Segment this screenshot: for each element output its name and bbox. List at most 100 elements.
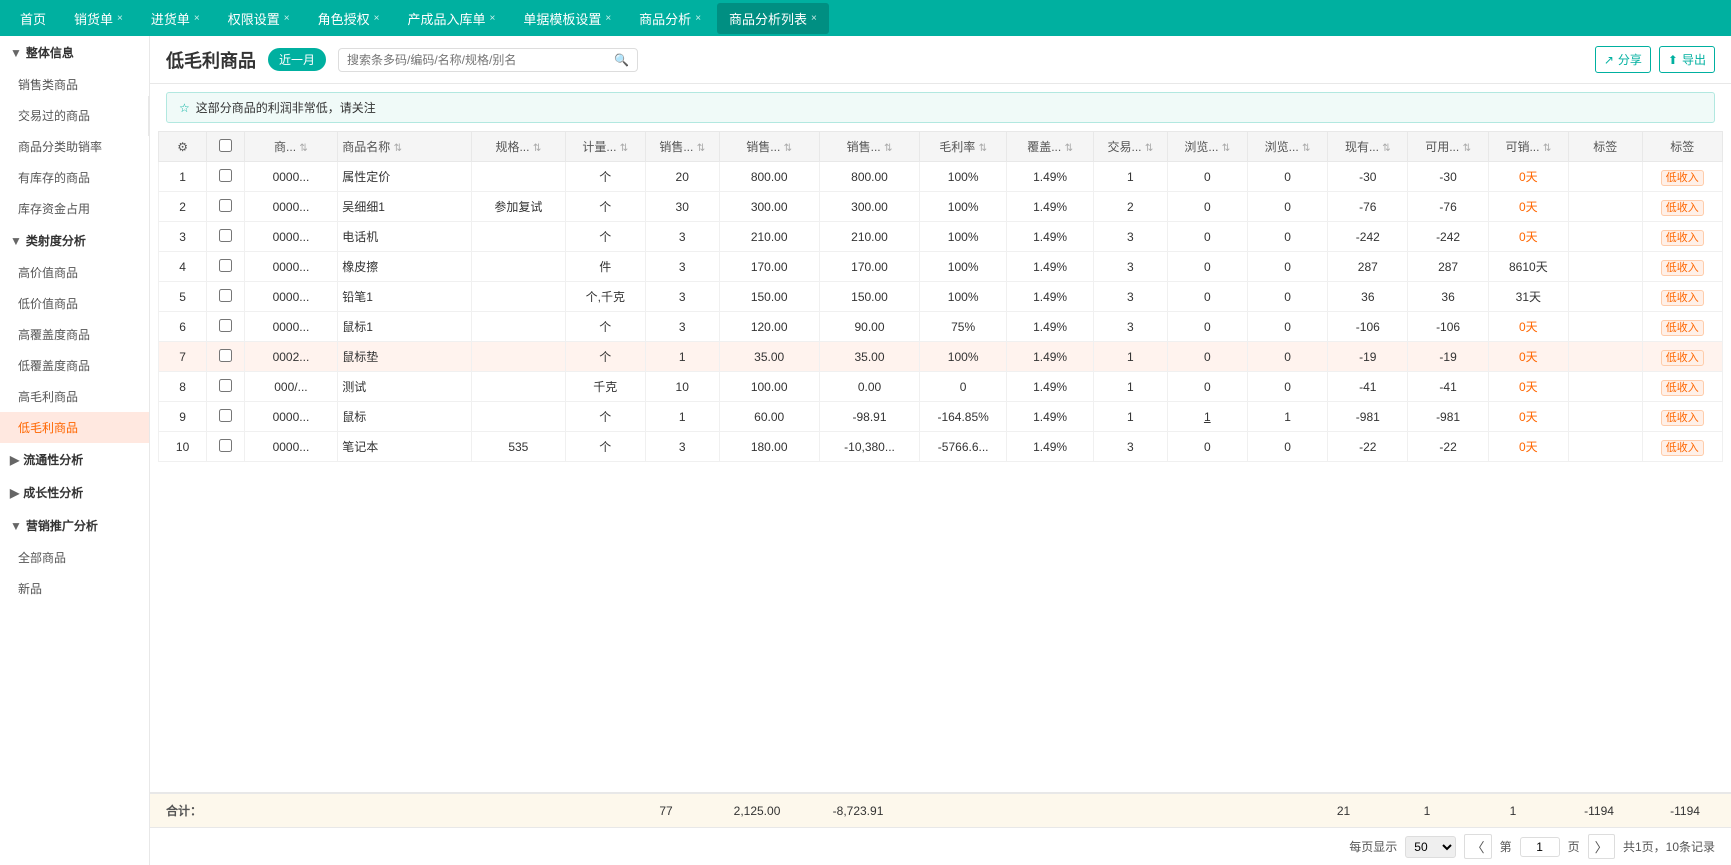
nav-purchase[interactable]: 进货单 × (139, 3, 212, 34)
nav-permission[interactable]: 权限设置 × (216, 3, 302, 34)
row-checkbox[interactable] (219, 199, 232, 212)
th-days[interactable]: 标签 (1568, 132, 1642, 162)
nav-sales-close[interactable]: × (117, 13, 123, 24)
sort-sales-amount-icon[interactable]: ⇅ (884, 143, 892, 154)
th-name[interactable]: 商品名称 ⇅ (338, 132, 472, 162)
row-check[interactable] (207, 192, 244, 222)
row-check[interactable] (207, 402, 244, 432)
sort-code-icon[interactable]: ⇅ (299, 143, 307, 154)
sort-browse2-icon[interactable]: ⇅ (1302, 143, 1310, 154)
nav-analysis-list[interactable]: 商品分析列表 × (717, 3, 829, 34)
sort-gross-rate-icon[interactable]: ⇅ (979, 143, 987, 154)
row-check[interactable] (207, 282, 244, 312)
sidebar-item-new-goods[interactable]: 新品 (0, 573, 149, 604)
sidebar-item-low-value[interactable]: 低价值商品 (0, 288, 149, 319)
sidebar-item-sales-goods[interactable]: 销售类商品 (0, 69, 149, 100)
sidebar-item-stock-goods[interactable]: 有库存的商品 (0, 162, 149, 193)
th-trade[interactable]: 交易... ⇅ (1094, 132, 1168, 162)
sidebar-item-high-coverage[interactable]: 高覆盖度商品 (0, 319, 149, 350)
search-icon[interactable]: 🔍 (614, 53, 629, 67)
sidebar-item-all-goods[interactable]: 全部商品 (0, 542, 149, 573)
nav-product-in[interactable]: 产成品入库单 × (395, 3, 507, 34)
sidebar-item-low-coverage[interactable]: 低覆盖度商品 (0, 350, 149, 381)
row-checkbox[interactable] (219, 169, 232, 182)
select-all-checkbox[interactable] (219, 139, 232, 152)
row-checkbox[interactable] (219, 439, 232, 452)
th-browse2[interactable]: 浏览... ⇅ (1247, 132, 1327, 162)
th-gross-rate[interactable]: 毛利率 ⇅ (920, 132, 1007, 162)
th-avail[interactable]: 可用... ⇅ (1408, 132, 1488, 162)
nav-home[interactable]: 首页 (8, 3, 58, 34)
th-spec[interactable]: 规格... ⇅ (472, 132, 566, 162)
row-check[interactable] (207, 222, 244, 252)
row-checkbox[interactable] (219, 229, 232, 242)
gear-icon[interactable]: ⚙ (177, 140, 188, 154)
row-check[interactable] (207, 252, 244, 282)
row-check[interactable] (207, 372, 244, 402)
row-checkbox[interactable] (219, 379, 232, 392)
nav-role-close[interactable]: × (374, 13, 380, 24)
sort-name-icon[interactable]: ⇅ (394, 143, 402, 154)
sidebar-item-traded-goods[interactable]: 交易过的商品 (0, 100, 149, 131)
row-checkbox[interactable] (219, 409, 232, 422)
sidebar-item-high-margin[interactable]: 高毛利商品 (0, 381, 149, 412)
row-checkbox[interactable] (219, 349, 232, 362)
sort-avail-icon[interactable]: ⇅ (1463, 143, 1471, 154)
filter-recent-month[interactable]: 近一月 (268, 48, 326, 71)
sort-sales-qty-icon[interactable]: ⇅ (697, 143, 705, 154)
page-input[interactable] (1520, 837, 1560, 857)
nav-permission-close[interactable]: × (284, 13, 290, 24)
row-checkbox[interactable] (219, 289, 232, 302)
sidebar-collapse-btn[interactable]: 《 (148, 96, 150, 136)
row-check[interactable] (207, 342, 244, 372)
nav-template-close[interactable]: × (605, 13, 611, 24)
th-stock[interactable]: 现有... ⇅ (1328, 132, 1408, 162)
th-cover[interactable]: 覆盖... ⇅ (1007, 132, 1094, 162)
th-sales-amount[interactable]: 销售... ⇅ (819, 132, 919, 162)
nav-purchase-close[interactable]: × (194, 13, 200, 24)
th-sales-price[interactable]: 销售... ⇅ (719, 132, 819, 162)
sidebar-group-flow[interactable]: ▶ 流通性分析 (0, 443, 149, 476)
nav-sales[interactable]: 销货单 × (62, 3, 135, 34)
sort-sales-price-icon[interactable]: ⇅ (784, 143, 792, 154)
prev-page-btn[interactable]: 〈 (1464, 834, 1491, 859)
th-saleable[interactable]: 可销... ⇅ (1488, 132, 1568, 162)
nav-product-in-close[interactable]: × (489, 13, 495, 24)
th-code[interactable]: 商... ⇅ (244, 132, 338, 162)
row-checkbox[interactable] (219, 319, 232, 332)
search-input[interactable] (347, 53, 614, 67)
sort-cover-icon[interactable]: ⇅ (1065, 143, 1073, 154)
nav-role[interactable]: 角色授权 × (306, 3, 392, 34)
th-tag[interactable]: 标签 (1642, 132, 1722, 162)
sort-browse1-icon[interactable]: ⇅ (1222, 143, 1230, 154)
sort-stock-icon[interactable]: ⇅ (1382, 143, 1390, 154)
row-checkbox[interactable] (219, 259, 232, 272)
nav-analysis-close[interactable]: × (695, 13, 701, 24)
sort-unit-icon[interactable]: ⇅ (620, 143, 628, 154)
row-check[interactable] (207, 162, 244, 192)
row-check[interactable] (207, 312, 244, 342)
sidebar-item-high-value[interactable]: 高价值商品 (0, 257, 149, 288)
sidebar-item-category-rate[interactable]: 商品分类助销率 (0, 131, 149, 162)
sidebar-group-category-analysis[interactable]: ▼ 类射度分析 (0, 224, 149, 257)
nav-analysis-list-close[interactable]: × (811, 13, 817, 24)
row-check[interactable] (207, 432, 244, 462)
sidebar-item-low-margin[interactable]: 低毛利商品 (0, 412, 149, 443)
export-button[interactable]: ⬆ 导出 (1659, 46, 1715, 73)
sidebar-group-growth[interactable]: ▶ 成长性分析 (0, 476, 149, 509)
th-unit[interactable]: 计量... ⇅ (565, 132, 645, 162)
sidebar-item-stock-capital[interactable]: 库存资金占用 (0, 193, 149, 224)
share-button[interactable]: ↗ 分享 (1595, 46, 1651, 73)
nav-analysis[interactable]: 商品分析 × (627, 3, 713, 34)
nav-template[interactable]: 单据模板设置 × (511, 3, 623, 34)
row-browse1[interactable]: 1 (1167, 402, 1247, 432)
sort-spec-icon[interactable]: ⇅ (533, 143, 541, 154)
th-sales-qty[interactable]: 销售... ⇅ (645, 132, 719, 162)
sidebar-group-overall[interactable]: ▼ 整体信息 (0, 36, 149, 69)
sidebar-group-marketing[interactable]: ▼ 营销推广分析 (0, 509, 149, 542)
page-size-select[interactable]: 50 100 200 (1405, 836, 1456, 858)
sort-trade-icon[interactable]: ⇅ (1145, 143, 1153, 154)
th-browse1[interactable]: 浏览... ⇅ (1167, 132, 1247, 162)
next-page-btn[interactable]: 〉 (1588, 834, 1615, 859)
sort-saleable-icon[interactable]: ⇅ (1543, 143, 1551, 154)
